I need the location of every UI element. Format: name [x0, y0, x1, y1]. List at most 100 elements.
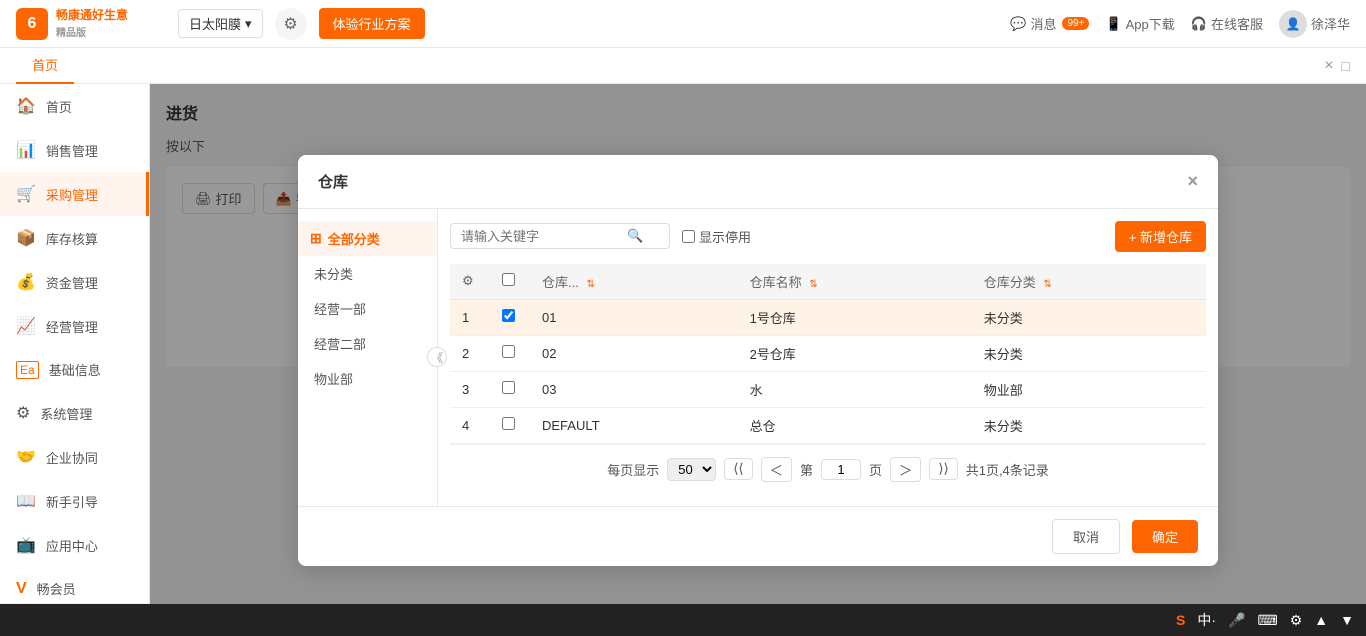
category-item-ops2[interactable]: 经营二部 [298, 326, 437, 361]
modal-close-button[interactable]: × [1187, 171, 1198, 192]
table-header-row: ⚙ 仓库... ⇅ [450, 264, 1206, 300]
add-warehouse-button[interactable]: + 新增仓库 [1115, 221, 1206, 252]
table-container: ⚙ 仓库... ⇅ [450, 264, 1206, 444]
customer-service-button[interactable]: 🎧 在线客服 [1191, 14, 1263, 33]
basic-info-icon: Ea [16, 361, 39, 379]
store-selector[interactable]: 日太阳膜 ▾ [178, 9, 263, 38]
page-number-input[interactable] [821, 459, 861, 480]
zh-label[interactable]: 中· [1197, 610, 1216, 630]
table-row[interactable]: 4 DEFAULT 总仓 未分类 [450, 407, 1206, 443]
table-row[interactable]: 3 03 水 物业部 [450, 371, 1206, 407]
sidebar-label-member: 畅会员 [37, 579, 76, 598]
logo-area: 6 畅康通好生意 精品版 [16, 8, 166, 40]
down-arrow-icon[interactable]: ▼ [1340, 612, 1354, 628]
sidebar-item-basic-info[interactable]: Ea 基础信息 [0, 348, 149, 391]
sidebar-item-guide[interactable]: 📖 新手引导 [0, 479, 149, 523]
row-checkbox-cell [490, 407, 530, 443]
search-input[interactable] [461, 229, 621, 244]
sidebar-label-inventory: 库存核算 [46, 229, 98, 248]
page-label: 第 [800, 460, 813, 479]
sidebar-item-system[interactable]: ⚙ 系统管理 [0, 391, 149, 435]
sidebar-item-home[interactable]: 🏠 首页 [0, 84, 149, 128]
last-page-button[interactable]: ⟩⟩ [929, 458, 957, 480]
first-page-button[interactable]: ⟨⟨ [724, 458, 752, 480]
col-category[interactable]: 仓库分类 ⇅ [972, 264, 1206, 300]
cancel-button[interactable]: 取消 [1052, 519, 1120, 554]
prev-page-button[interactable]: ＜ [761, 457, 792, 482]
message-button[interactable]: 💬 消息 99+ [1010, 14, 1089, 33]
row-checkbox[interactable] [502, 417, 515, 430]
avatar-icon: 👤 [1279, 10, 1307, 38]
finance-icon: 💰 [16, 272, 36, 292]
warehouse-table: ⚙ 仓库... ⇅ [450, 264, 1206, 444]
top-header: 6 畅康通好生意 精品版 日太阳膜 ▾ ⚙ 体验行业方案 💬 消息 99+ 📱 … [0, 0, 1366, 48]
up-arrow-icon[interactable]: ▲ [1314, 612, 1328, 628]
settings-icon[interactable]: ⚙ [275, 8, 307, 40]
category-item-property[interactable]: 物业部 [298, 361, 437, 396]
row-code: 03 [530, 371, 738, 407]
col-name[interactable]: 仓库名称 ⇅ [738, 264, 972, 300]
row-warehouse-name: 总仓 [738, 407, 972, 443]
show-disabled-checkbox[interactable] [682, 230, 695, 243]
s-logo: S [1176, 612, 1185, 628]
user-avatar[interactable]: 👤 徐泽华 [1279, 10, 1350, 38]
show-disabled-checkbox-label[interactable]: 显示停用 [682, 227, 751, 246]
sidebar-label-purchase: 采购管理 [46, 185, 98, 204]
row-code: DEFAULT [530, 407, 738, 443]
row-checkbox-cell [490, 299, 530, 335]
close-window-icon[interactable]: × [1324, 57, 1333, 75]
collapse-sidebar-button[interactable]: 《 [427, 347, 447, 367]
sidebar-item-purchase[interactable]: 🛒 采购管理 [0, 172, 149, 216]
keyboard-icon[interactable]: ⌨ [1258, 612, 1278, 629]
main-layout: 🏠 首页 📊 销售管理 🛒 采购管理 📦 库存核算 💰 资金管理 📈 经营管理 … [0, 84, 1366, 636]
main-content: 进货 按以下 🖨 打印 📤 导出 🔄 刷新 查询 设置 [150, 84, 1366, 636]
col-code[interactable]: 仓库... ⇅ [530, 264, 738, 300]
row-warehouse-name: 2号仓库 [738, 335, 972, 371]
logo-title: 畅康通好生意 [56, 8, 128, 24]
row-checkbox[interactable] [502, 381, 515, 394]
message-label: 消息 [1030, 14, 1056, 33]
phone-icon: 📱 [1105, 16, 1121, 32]
select-all-checkbox[interactable] [502, 273, 515, 286]
sidebar-label-system: 系统管理 [40, 404, 92, 423]
sidebar-item-sales[interactable]: 📊 销售管理 [0, 128, 149, 172]
row-checkbox[interactable] [502, 309, 515, 322]
apps-icon: 📺 [16, 535, 36, 555]
sidebar-item-inventory[interactable]: 📦 库存核算 [0, 216, 149, 260]
all-category-button[interactable]: ⊞ 全部分类 [298, 221, 437, 256]
confirm-button[interactable]: 确定 [1132, 520, 1198, 553]
modal-footer: 取消 确定 [298, 506, 1218, 566]
row-checkbox-cell [490, 335, 530, 371]
settings-bottom-icon[interactable]: ⚙ [1290, 612, 1303, 629]
table-settings-icon[interactable]: ⚙ [462, 273, 474, 288]
expand-window-icon[interactable]: □ [1342, 58, 1350, 74]
try-industry-button[interactable]: 体验行业方案 [319, 8, 425, 39]
modal-category-sidebar: ⊞ 全部分类 未分类 经营一部 经营二部 物业部 《 [298, 209, 438, 506]
store-name: 日太阳膜 [189, 14, 241, 33]
app-download-button[interactable]: 📱 App下载 [1105, 14, 1174, 33]
sidebar-item-apps[interactable]: 📺 应用中心 [0, 523, 149, 567]
category-item-unclassified[interactable]: 未分类 [298, 256, 437, 291]
sidebar-item-enterprise[interactable]: 🤝 企业协同 [0, 435, 149, 479]
nav-tab-home[interactable]: 首页 [16, 47, 74, 84]
sidebar-item-finance[interactable]: 💰 资金管理 [0, 260, 149, 304]
modal-toolbar: 🔍 显示停用 + 新增仓库 [450, 221, 1206, 252]
row-checkbox[interactable] [502, 345, 515, 358]
logo-subtitle: 精品版 [56, 24, 128, 39]
sidebar: 🏠 首页 📊 销售管理 🛒 采购管理 📦 库存核算 💰 资金管理 📈 经营管理 … [0, 84, 150, 636]
per-page-select[interactable]: 50 [667, 458, 716, 481]
category-item-ops1[interactable]: 经营一部 [298, 291, 437, 326]
sidebar-label-enterprise: 企业协同 [46, 448, 98, 467]
total-label: 共1页,4条记录 [966, 460, 1049, 479]
sidebar-item-operations[interactable]: 📈 经营管理 [0, 304, 149, 348]
sidebar-label-finance: 资金管理 [46, 273, 98, 292]
next-page-button[interactable]: ＞ [890, 457, 921, 482]
microphone-icon[interactable]: 🎤 [1228, 612, 1245, 629]
guide-icon: 📖 [16, 491, 36, 511]
message-badge: 99+ [1062, 17, 1089, 30]
modal-main-content: 🔍 显示停用 + 新增仓库 [438, 209, 1218, 506]
table-row[interactable]: 2 02 2号仓库 未分类 [450, 335, 1206, 371]
member-icon: V [16, 580, 27, 598]
home-icon: 🏠 [16, 96, 36, 116]
table-row[interactable]: 1 01 1号仓库 未分类 [450, 299, 1206, 335]
